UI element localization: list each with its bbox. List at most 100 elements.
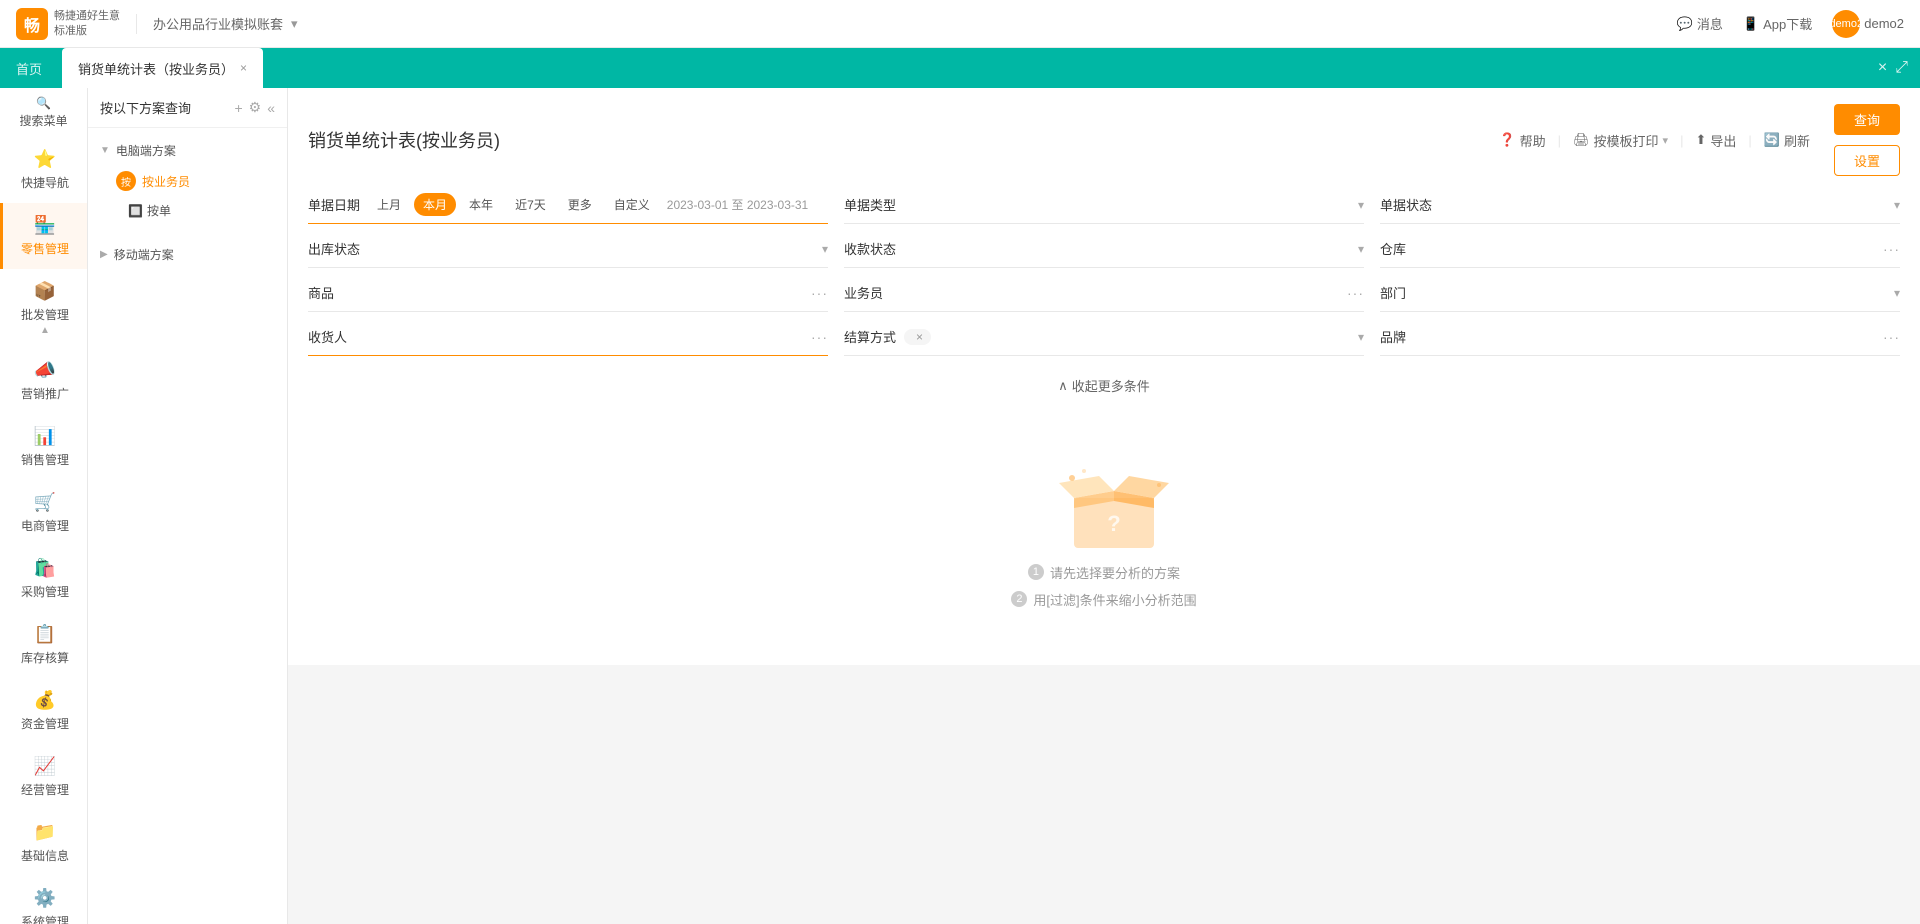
product-field: 商品 ··· <box>308 280 828 312</box>
settlement-label: 结算方式 <box>844 327 896 346</box>
logo-area: 畅 畅捷通好生意 标准版 <box>16 8 120 40</box>
doc-status-input[interactable] <box>1440 197 1894 212</box>
mobile-group-arrow: ▶ <box>100 249 108 260</box>
doc-status-dropdown-icon[interactable]: ▾ <box>1894 198 1900 212</box>
department-label: 部门 <box>1380 283 1406 302</box>
header-right: 💬 消息 📱 App下载 demo2 demo2 <box>1677 10 1904 38</box>
settlement-tag-close[interactable]: × <box>916 330 923 344</box>
doc-type-label: 单据类型 <box>844 195 896 214</box>
user-avatar-btn[interactable]: demo2 demo2 <box>1832 10 1904 38</box>
salesperson-more-icon[interactable]: ··· <box>1347 285 1364 301</box>
sidebar-item-system[interactable]: ⚙️ 系统管理 <box>0 876 87 924</box>
out-status-dropdown-icon[interactable]: ▾ <box>822 242 828 256</box>
payment-status-label: 收款状态 <box>844 239 896 258</box>
sidebar-item-sales[interactable]: 📊 销售管理 <box>0 414 87 480</box>
date-btn-this-year[interactable]: 本年 <box>460 193 502 216</box>
sidebar-item-ecommerce[interactable]: 🛒 电商管理 <box>0 480 87 546</box>
settlement-dropdown-icon[interactable]: ▾ <box>1358 330 1364 344</box>
tab-maximize-btn[interactable]: ⤢ <box>1895 59 1908 77</box>
scheme-mobile-group: ▶ 移动端方案 <box>88 232 287 277</box>
payment-status-dropdown-icon[interactable]: ▾ <box>1358 242 1364 256</box>
basic-icon: 📁 <box>34 822 56 843</box>
product-input[interactable] <box>342 285 811 300</box>
salesperson-input[interactable] <box>891 285 1347 300</box>
panel-add-btn[interactable]: + <box>234 100 242 116</box>
consignee-input[interactable] <box>355 329 811 344</box>
panel-header-actions: + ⚙ « <box>234 99 275 116</box>
wholesale-icon: 📦 <box>34 281 56 302</box>
sidebar-item-finance[interactable]: 💰 资金管理 <box>0 678 87 744</box>
tab-close-btn[interactable]: × <box>240 62 247 74</box>
action-divider-1: | <box>1558 133 1561 148</box>
tip-2-num: 2 <box>1011 591 1027 607</box>
empty-svg: ? <box>1054 463 1174 553</box>
desktop-group-title[interactable]: ▼ 电脑端方案 <box>88 136 287 165</box>
scheme-sub-item-by-order[interactable]: 🔲 按单 <box>88 197 287 224</box>
app-download-btn[interactable]: 📱 App下载 <box>1743 14 1812 33</box>
query-btn[interactable]: 查询 <box>1834 104 1900 135</box>
wholesale-arrow: ▲ <box>40 325 50 336</box>
collapse-row: ∧ 收起更多条件 <box>308 368 1900 403</box>
finance-icon: 💰 <box>34 690 56 711</box>
header-dropdown-arrow[interactable]: ▾ <box>291 16 298 32</box>
consignee-field: 收货人 ··· <box>308 324 828 356</box>
message-btn[interactable]: 💬 消息 <box>1677 14 1723 33</box>
sidebar-search[interactable]: 🔍 搜索菜单 <box>0 88 87 137</box>
filter-row-1: 单据日期 上月 本月 本年 近7天 更多 自定义 2023-03-01 至 20… <box>308 192 1900 224</box>
payment-status-input[interactable] <box>904 241 1358 256</box>
refresh-btn[interactable]: 🔄 刷新 <box>1764 131 1810 150</box>
date-filter-field: 单据日期 上月 本月 本年 近7天 更多 自定义 2023-03-01 至 20… <box>308 192 828 224</box>
export-btn[interactable]: ⬆ 导出 <box>1695 131 1736 150</box>
tab-minimize-btn[interactable]: × <box>1878 59 1887 77</box>
sidebar-item-operation[interactable]: 📈 经营管理 <box>0 744 87 810</box>
date-btn-this-month[interactable]: 本月 <box>414 193 456 216</box>
department-input[interactable] <box>1414 285 1894 300</box>
tab-active[interactable]: 销货单统计表（按业务员） × <box>62 48 263 88</box>
product-label: 商品 <box>308 283 334 302</box>
sidebar-item-inventory[interactable]: 📋 库存核算 <box>0 612 87 678</box>
out-status-input[interactable] <box>368 241 822 256</box>
sidebar-item-wholesale[interactable]: 📦 批发管理 ▲ <box>0 269 87 348</box>
sidebar-item-quick-nav[interactable]: ⭐ 快捷导航 <box>0 137 87 203</box>
warehouse-more-icon[interactable]: ··· <box>1883 241 1900 257</box>
date-btn-custom[interactable]: 自定义 <box>605 193 659 216</box>
panel-collapse-btn[interactable]: « <box>267 100 275 116</box>
product-more-icon[interactable]: ··· <box>811 285 828 301</box>
help-btn[interactable]: ❓ 帮助 <box>1499 131 1545 150</box>
retail-icon: 🏪 <box>34 215 56 236</box>
panel-settings-btn[interactable]: ⚙ <box>249 99 262 116</box>
filter-row-2: 出库状态 ▾ 收款状态 ▾ 仓库 ··· <box>308 236 1900 268</box>
print-btn[interactable]: 🖨 按模板打印 ▾ <box>1573 131 1668 150</box>
brand-input[interactable] <box>1414 329 1883 344</box>
message-icon: 💬 <box>1677 16 1693 32</box>
settings-btn[interactable]: 设置 <box>1834 145 1900 176</box>
date-btn-last-month[interactable]: 上月 <box>368 193 410 216</box>
main-layout: 🔍 搜索菜单 ⭐ 快捷导航 🏪 零售管理 📦 批发管理 ▲ 📣 营销推广 📊 销… <box>0 88 1920 924</box>
header-company-title: 办公用品行业模拟账套 <box>153 14 283 33</box>
scheme-item-by-salesperson[interactable]: 按 按业务员 <box>88 165 287 197</box>
sidebar-item-marketing[interactable]: 📣 营销推广 <box>0 348 87 414</box>
action-divider-3: | <box>1748 133 1751 148</box>
doc-type-dropdown-icon[interactable]: ▾ <box>1358 198 1364 212</box>
date-btn-7days[interactable]: 近7天 <box>506 193 555 216</box>
warehouse-input[interactable] <box>1414 241 1883 256</box>
consignee-more-icon[interactable]: ··· <box>811 329 828 345</box>
doc-type-input[interactable] <box>904 197 1358 212</box>
mobile-group-title[interactable]: ▶ 移动端方案 <box>88 240 287 269</box>
collapse-btn[interactable]: ∧ 收起更多条件 <box>1058 376 1150 395</box>
print-dropdown-arrow[interactable]: ▾ <box>1663 134 1669 147</box>
date-btns: 上月 本月 本年 近7天 更多 自定义 <box>368 193 659 216</box>
sidebar-item-retail[interactable]: 🏪 零售管理 <box>0 203 87 269</box>
refresh-icon: 🔄 <box>1764 132 1780 148</box>
sidebar-item-purchase[interactable]: 🛍️ 采购管理 <box>0 546 87 612</box>
purchase-icon: 🛍️ <box>34 558 56 579</box>
brand-more-icon[interactable]: ··· <box>1883 329 1900 345</box>
tab-bar: 首页 销货单统计表（按业务员） × × ⤢ <box>0 48 1920 88</box>
right-actions: 查询 设置 <box>1822 104 1900 176</box>
department-dropdown-icon[interactable]: ▾ <box>1894 286 1900 300</box>
date-btn-more[interactable]: 更多 <box>559 193 601 216</box>
sidebar-item-basic[interactable]: 📁 基础信息 <box>0 810 87 876</box>
tab-home[interactable]: 首页 <box>0 48 58 88</box>
logo-text: 畅捷通好生意 标准版 <box>54 9 120 38</box>
page-title-row: 销货单统计表(按业务员) ❓ 帮助 | 🖨 按模板打印 ▾ | <box>308 104 1900 176</box>
